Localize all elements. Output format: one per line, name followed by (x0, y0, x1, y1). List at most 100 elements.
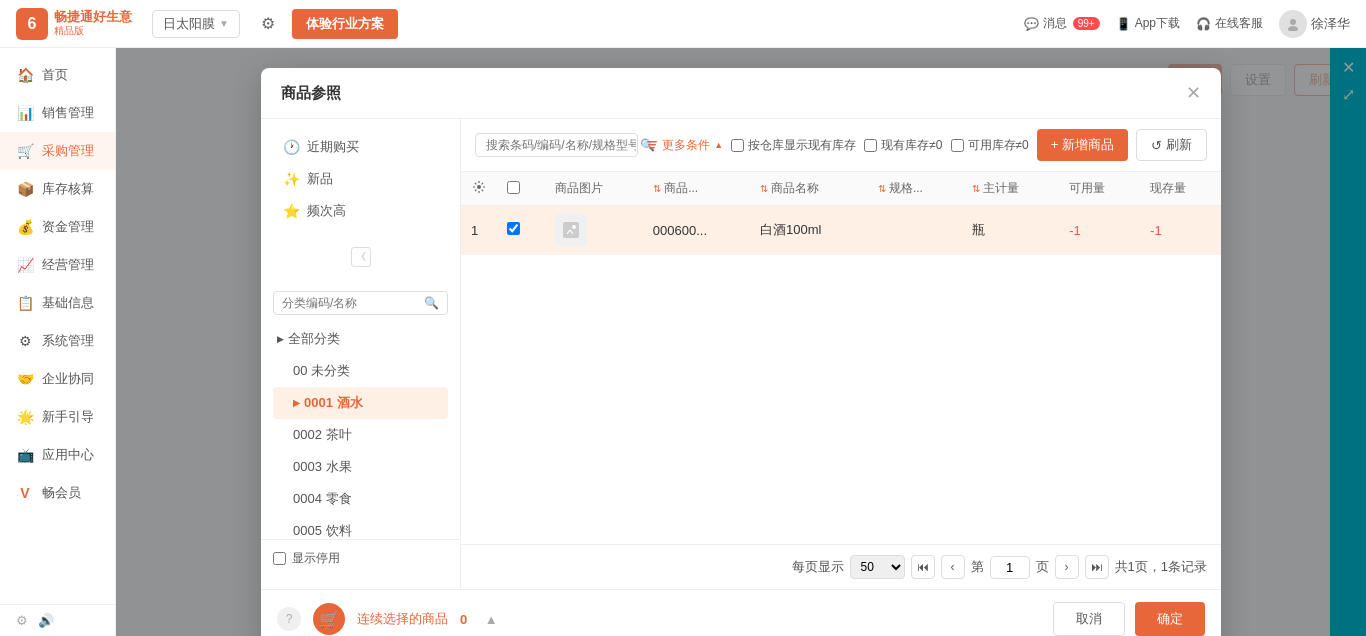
modal-title: 商品参照 (281, 84, 341, 103)
category-uncategorized[interactable]: 00 未分类 (273, 355, 448, 387)
category-uncategorized-label: 00 未分类 (293, 362, 350, 380)
volume-icon[interactable]: 🔊 (38, 613, 54, 628)
modal-close-icon[interactable]: ✕ (1186, 82, 1201, 104)
product-search-input[interactable] (486, 138, 636, 152)
first-page-btn[interactable]: ⏮ (911, 555, 935, 579)
cancel-button[interactable]: 取消 (1053, 602, 1125, 636)
sidebar-item-enterprise[interactable]: 🤝 企业协同 (0, 360, 115, 398)
sidebar-item-guide[interactable]: 🌟 新手引导 (0, 398, 115, 436)
app-download-item[interactable]: 📱 App下载 (1116, 15, 1180, 32)
sidebar-item-inventory[interactable]: 📦 库存核算 (0, 170, 115, 208)
store-arrow-icon: ▼ (219, 18, 229, 29)
sidebar-item-finance[interactable]: 💰 资金管理 (0, 208, 115, 246)
app-icon: 📱 (1116, 17, 1131, 31)
filter-bar: 🔍 更多条件 ▲ 按仓库显示现有库存 (461, 119, 1221, 172)
select-count: 0 (460, 612, 467, 627)
category-tea-label: 0002 茶叶 (293, 426, 352, 444)
sidebar-label-inventory: 库存核算 (42, 180, 94, 198)
next-page-btn[interactable]: › (1055, 555, 1079, 579)
svg-point-1 (1288, 26, 1298, 31)
col-name[interactable]: ⇅ 商品名称 (750, 172, 868, 206)
select-all-checkbox[interactable] (507, 181, 520, 194)
modal-overlay: 商品参照 ✕ 🕐 近期购买 ✨ (116, 48, 1366, 636)
user-profile[interactable]: 徐泽华 (1279, 10, 1350, 38)
category-all[interactable]: ▶ 全部分类 (273, 323, 448, 355)
refresh-btn[interactable]: ↺ 刷新 (1136, 129, 1207, 161)
available-stock-checkbox[interactable] (951, 139, 964, 152)
expand-icon[interactable]: ▲ (479, 607, 503, 631)
row-unit: 瓶 (962, 206, 1059, 255)
row-stock: -1 (1140, 206, 1221, 255)
category-drinks[interactable]: 0005 饮料 (273, 515, 448, 539)
settings-bottom-icon[interactable]: ⚙ (16, 613, 28, 628)
sales-icon: 📊 (16, 104, 34, 122)
sidebar-item-purchase[interactable]: 🛒 采购管理 (0, 132, 115, 170)
apps-icon: 📺 (16, 446, 34, 464)
page-number-input[interactable] (990, 556, 1030, 579)
total-info: 共1页，1条记录 (1115, 558, 1207, 576)
liquor-arrow-icon: ▶ (293, 398, 300, 408)
sidebar-item-home[interactable]: 🏠 首页 (0, 56, 115, 94)
svg-rect-2 (647, 141, 657, 143)
col-unit[interactable]: ⇅ 主计量 (962, 172, 1059, 206)
trial-button[interactable]: 体验行业方案 (292, 9, 398, 39)
refresh-icon: ↺ (1151, 138, 1162, 153)
collapse-button[interactable]: 《 (351, 247, 371, 267)
category-fruit[interactable]: 0003 水果 (273, 451, 448, 483)
sidebar-item-sales[interactable]: 📊 销售管理 (0, 94, 115, 132)
confirm-button[interactable]: 确定 (1135, 602, 1205, 636)
category-liquor-label: 0001 酒水 (304, 394, 363, 412)
row-checkbox (497, 206, 545, 255)
table-row[interactable]: 1 (461, 206, 1221, 255)
quick-link-frequent[interactable]: ⭐ 频次高 (273, 195, 448, 227)
clock-icon: 🕐 (281, 137, 301, 157)
col-image: 商品图片 (545, 172, 643, 206)
sidebar-item-apps[interactable]: 📺 应用中心 (0, 436, 115, 474)
global-settings-icon[interactable]: ⚙ (252, 8, 284, 40)
svg-rect-4 (649, 147, 655, 149)
message-item[interactable]: 💬 消息 99+ (1024, 15, 1100, 32)
col-code[interactable]: ⇅ 商品... (643, 172, 750, 206)
basic-info-icon: 📋 (16, 294, 34, 312)
col-spec[interactable]: ⇅ 规格... (868, 172, 962, 206)
sidebar-footer: ⚙ 🔊 (0, 604, 115, 636)
cart-icon[interactable]: 🛒 (313, 603, 345, 635)
quick-link-recent[interactable]: 🕐 近期购买 (273, 131, 448, 163)
category-search-input[interactable] (282, 296, 420, 310)
col-available: 可用量 (1059, 172, 1140, 206)
category-search-icon[interactable]: 🔍 (424, 296, 439, 310)
last-page-btn[interactable]: ⏭ (1085, 555, 1109, 579)
col-settings[interactable] (461, 172, 497, 206)
store-selector[interactable]: 日太阳膜 ▼ (152, 10, 240, 38)
row-code: 000600... (643, 206, 750, 255)
user-name: 徐泽华 (1311, 15, 1350, 33)
help-icon[interactable]: ? (277, 607, 301, 631)
page-size-select[interactable]: 50 10 20 100 (850, 555, 905, 579)
purchase-icon: 🛒 (16, 142, 34, 160)
headset-icon: 🎧 (1196, 17, 1211, 31)
modal-header: 商品参照 ✕ (261, 68, 1221, 119)
sidebar-item-basic-info[interactable]: 📋 基础信息 (0, 284, 115, 322)
current-stock-checkbox-label: 现有库存≠0 (864, 137, 942, 154)
sidebar-item-member[interactable]: V 畅会员 (0, 474, 115, 512)
category-tea[interactable]: 0002 茶叶 (273, 419, 448, 451)
current-stock-label: 现有库存≠0 (881, 137, 942, 154)
prev-page-btn[interactable]: ‹ (941, 555, 965, 579)
finance-icon: 💰 (16, 218, 34, 236)
category-snacks[interactable]: 0004 零食 (273, 483, 448, 515)
online-service-item[interactable]: 🎧 在线客服 (1196, 15, 1263, 32)
add-product-button[interactable]: + 新增商品 (1037, 129, 1128, 161)
more-conditions-btn[interactable]: 更多条件 ▲ (646, 137, 723, 154)
quick-link-new[interactable]: ✨ 新品 (273, 163, 448, 195)
modal-footer: ? 🛒 连续选择的商品 0 ▲ 取消 确定 (261, 589, 1221, 636)
warehouse-display-checkbox[interactable] (731, 139, 744, 152)
sidebar-label-purchase: 采购管理 (42, 142, 94, 160)
show-disabled-checkbox[interactable] (273, 552, 286, 565)
quick-link-new-label: 新品 (307, 170, 333, 188)
svg-rect-3 (648, 144, 656, 146)
sidebar-item-operations[interactable]: 📈 经营管理 (0, 246, 115, 284)
category-liquor[interactable]: ▶ 0001 酒水 (273, 387, 448, 419)
sidebar-item-system[interactable]: ⚙ 系统管理 (0, 322, 115, 360)
current-stock-checkbox[interactable] (864, 139, 877, 152)
row-select-checkbox[interactable] (507, 222, 520, 235)
